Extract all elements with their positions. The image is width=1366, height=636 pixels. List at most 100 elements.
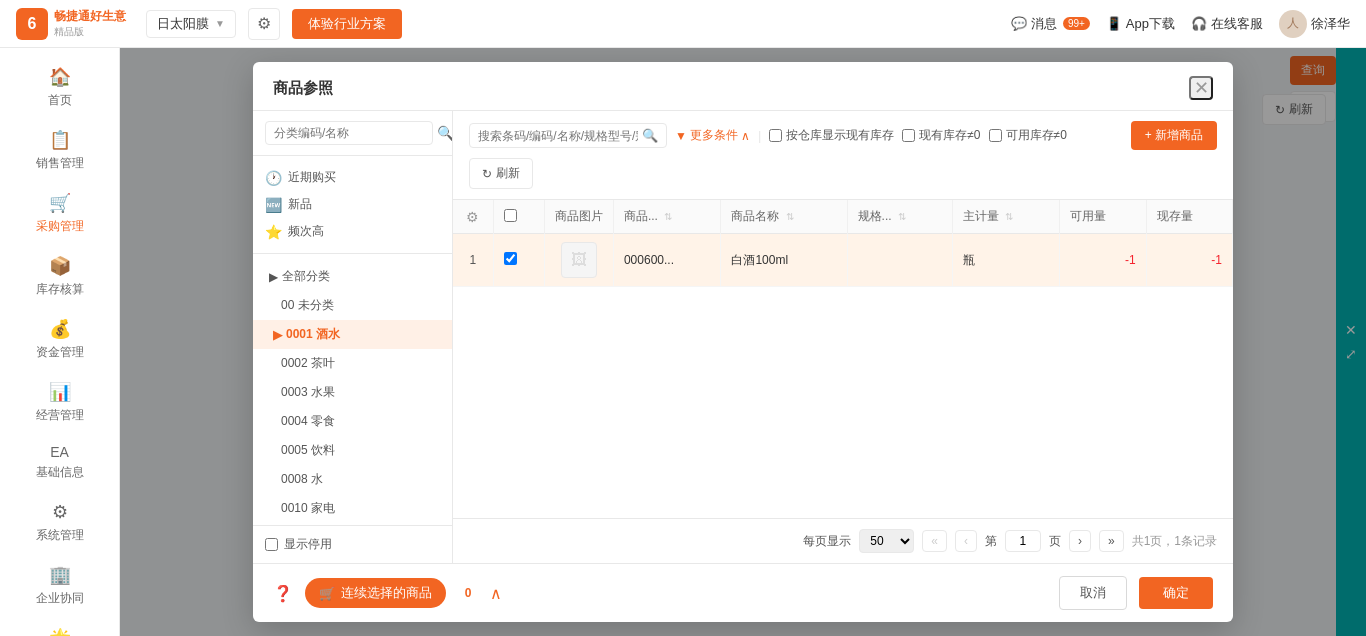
sidebar-item-sales[interactable]: 📋 销售管理 bbox=[0, 119, 119, 182]
app-icon: 📱 bbox=[1106, 16, 1122, 31]
checkbox-stock[interactable]: 现有库存≠0 bbox=[902, 127, 980, 144]
cat-00[interactable]: 00 未分类 bbox=[253, 291, 452, 320]
cat-0001[interactable]: ▶ 0001 酒水 bbox=[253, 320, 452, 349]
table-row[interactable]: 1 🖼 bbox=[453, 234, 1233, 287]
search-icon[interactable]: 🔍 bbox=[642, 128, 658, 143]
cat-all-label: 全部分类 bbox=[282, 268, 330, 285]
prev-page-button[interactable]: ‹ bbox=[955, 530, 977, 552]
refresh-button[interactable]: ↻ 刷新 bbox=[469, 158, 533, 189]
page-number-input[interactable] bbox=[1005, 530, 1041, 552]
home-icon: 🏠 bbox=[49, 66, 71, 88]
help-icon[interactable]: ❓ bbox=[273, 584, 293, 603]
cat-0004-label: 0004 零食 bbox=[281, 413, 335, 430]
checkbox-warehouse[interactable]: 按仓库显示现有库存 bbox=[769, 127, 894, 144]
confirm-button[interactable]: 确定 bbox=[1139, 577, 1213, 609]
cat-0001-label: 0001 酒水 bbox=[286, 326, 340, 343]
stock-checkbox[interactable] bbox=[902, 129, 915, 142]
cat-0003[interactable]: 0003 水果 bbox=[253, 378, 452, 407]
first-page-button[interactable]: « bbox=[922, 530, 947, 552]
available-checkbox[interactable] bbox=[989, 129, 1002, 142]
page-size-select[interactable]: 50 100 200 bbox=[859, 529, 914, 553]
sidebar-item-finance[interactable]: 💰 资金管理 bbox=[0, 308, 119, 371]
message-label: 消息 bbox=[1031, 15, 1057, 33]
cart-button[interactable]: 🛒 连续选择的商品 bbox=[305, 578, 446, 608]
user-area[interactable]: 人 徐泽华 bbox=[1279, 10, 1350, 38]
col-settings-icon[interactable]: ⚙ bbox=[466, 209, 479, 225]
shortcut-new[interactable]: 🆕 新品 bbox=[265, 191, 440, 218]
modal-close-button[interactable]: ✕ bbox=[1189, 76, 1213, 100]
table-panel: 🔍 ▼ 更多条件 ∧ | 按仓库显示现有库存 bbox=[453, 111, 1233, 563]
cat-search-input[interactable] bbox=[265, 121, 433, 145]
cat-all[interactable]: ▶ 全部分类 bbox=[253, 262, 452, 291]
shortcut-frequent[interactable]: ⭐ 频次高 bbox=[265, 218, 440, 245]
shortcut-recent-label: 近期购买 bbox=[288, 169, 336, 186]
cat-0003-label: 0003 水果 bbox=[281, 384, 335, 401]
col-available-header[interactable]: 可用量 bbox=[1060, 200, 1146, 234]
cell-checkbox bbox=[493, 234, 544, 287]
cat-search-button[interactable]: 🔍 bbox=[437, 125, 453, 141]
sidebar-item-enterprise[interactable]: 🏢 企业协同 bbox=[0, 554, 119, 617]
col-unit-header[interactable]: 主计量 ⇅ bbox=[952, 200, 1060, 234]
recent-icon: 🕐 bbox=[265, 170, 282, 186]
last-page-button[interactable]: » bbox=[1099, 530, 1124, 552]
sidebar-item-purchase[interactable]: 🛒 采购管理 bbox=[0, 182, 119, 245]
filter-icon: ▼ bbox=[675, 129, 687, 143]
action-button[interactable]: 体验行业方案 bbox=[292, 9, 402, 39]
cell-unit: 瓶 bbox=[952, 234, 1060, 287]
sidebar-item-basic[interactable]: EA 基础信息 bbox=[0, 434, 119, 491]
cat-0004[interactable]: 0004 零食 bbox=[253, 407, 452, 436]
warehouse-checkbox[interactable] bbox=[769, 129, 782, 142]
page-size-label: 每页显示 bbox=[803, 533, 851, 550]
app-download-btn[interactable]: 📱 App下载 bbox=[1106, 15, 1175, 33]
sales-icon: 📋 bbox=[49, 129, 71, 151]
cart-icon: 🛒 bbox=[319, 586, 335, 601]
cat-0008[interactable]: 0008 水 bbox=[253, 465, 452, 494]
operation-icon: 📊 bbox=[49, 381, 71, 403]
message-badge: 99+ bbox=[1063, 17, 1090, 30]
cat-0010[interactable]: 0010 家电 bbox=[253, 494, 452, 523]
next-page-button[interactable]: › bbox=[1069, 530, 1091, 552]
sidebar-item-label-inventory: 库存核算 bbox=[36, 281, 84, 298]
enterprise-icon: 🏢 bbox=[49, 564, 71, 586]
cat-search-area: 🔍 « bbox=[253, 111, 452, 156]
basic-icon: EA bbox=[50, 444, 69, 460]
show-disabled-checkbox[interactable] bbox=[265, 538, 278, 551]
selector-arrow-icon: ▼ bbox=[215, 18, 225, 29]
finance-icon: 💰 bbox=[49, 318, 71, 340]
sidebar-item-inventory[interactable]: 📦 库存核算 bbox=[0, 245, 119, 308]
col-code-header[interactable]: 商品... ⇅ bbox=[613, 200, 721, 234]
product-table: ⚙ 商品图片 bbox=[453, 200, 1233, 287]
cat-0005[interactable]: 0005 饮料 bbox=[253, 436, 452, 465]
table-toolbar: 🔍 ▼ 更多条件 ∧ | 按仓库显示现有库存 bbox=[453, 111, 1233, 200]
add-product-button[interactable]: + 新增商品 bbox=[1131, 121, 1217, 150]
shortcut-recent[interactable]: 🕐 近期购买 bbox=[265, 164, 440, 191]
sidebar-item-home[interactable]: 🏠 首页 bbox=[0, 56, 119, 119]
checkbox-stock-label: 现有库存≠0 bbox=[919, 127, 980, 144]
cat-0002[interactable]: 0002 茶叶 bbox=[253, 349, 452, 378]
col-spec-header[interactable]: 规格... ⇅ bbox=[847, 200, 952, 234]
sidebar-item-system[interactable]: ⚙ 系统管理 bbox=[0, 491, 119, 554]
select-all-checkbox[interactable] bbox=[504, 209, 517, 222]
sidebar-item-operation[interactable]: 📊 经营管理 bbox=[0, 371, 119, 434]
sidebar-item-guide[interactable]: 🌟 新手引导 bbox=[0, 617, 119, 636]
new-icon: 🆕 bbox=[265, 197, 282, 213]
collapse-icon[interactable]: ∧ bbox=[490, 584, 502, 603]
message-btn[interactable]: 💬 消息 99+ bbox=[1011, 15, 1090, 33]
cancel-button[interactable]: 取消 bbox=[1059, 576, 1127, 610]
show-disabled-label[interactable]: 显示停用 bbox=[284, 536, 332, 553]
sidebar-item-label-system: 系统管理 bbox=[36, 527, 84, 544]
search-input[interactable] bbox=[478, 129, 638, 143]
selector[interactable]: 日太阳膜 ▼ bbox=[146, 10, 236, 38]
row-checkbox[interactable] bbox=[504, 252, 517, 265]
pagination-bar: 每页显示 50 100 200 « ‹ 第 页 › bbox=[453, 518, 1233, 563]
cat-shortcuts: 🕐 近期购买 🆕 新品 ⭐ 频次高 bbox=[253, 156, 452, 254]
cell-stock: -1 bbox=[1146, 234, 1232, 287]
checkbox-available[interactable]: 可用库存≠0 bbox=[989, 127, 1067, 144]
guide-icon: 🌟 bbox=[49, 627, 71, 636]
filter-button[interactable]: ▼ 更多条件 ∧ bbox=[675, 127, 750, 144]
gear-button[interactable]: ⚙ bbox=[248, 8, 280, 40]
col-stock-header[interactable]: 现存量 bbox=[1146, 200, 1232, 234]
service-btn[interactable]: 🎧 在线客服 bbox=[1191, 15, 1263, 33]
col-name-header[interactable]: 商品名称 ⇅ bbox=[721, 200, 847, 234]
filter-label: 更多条件 bbox=[690, 127, 738, 144]
